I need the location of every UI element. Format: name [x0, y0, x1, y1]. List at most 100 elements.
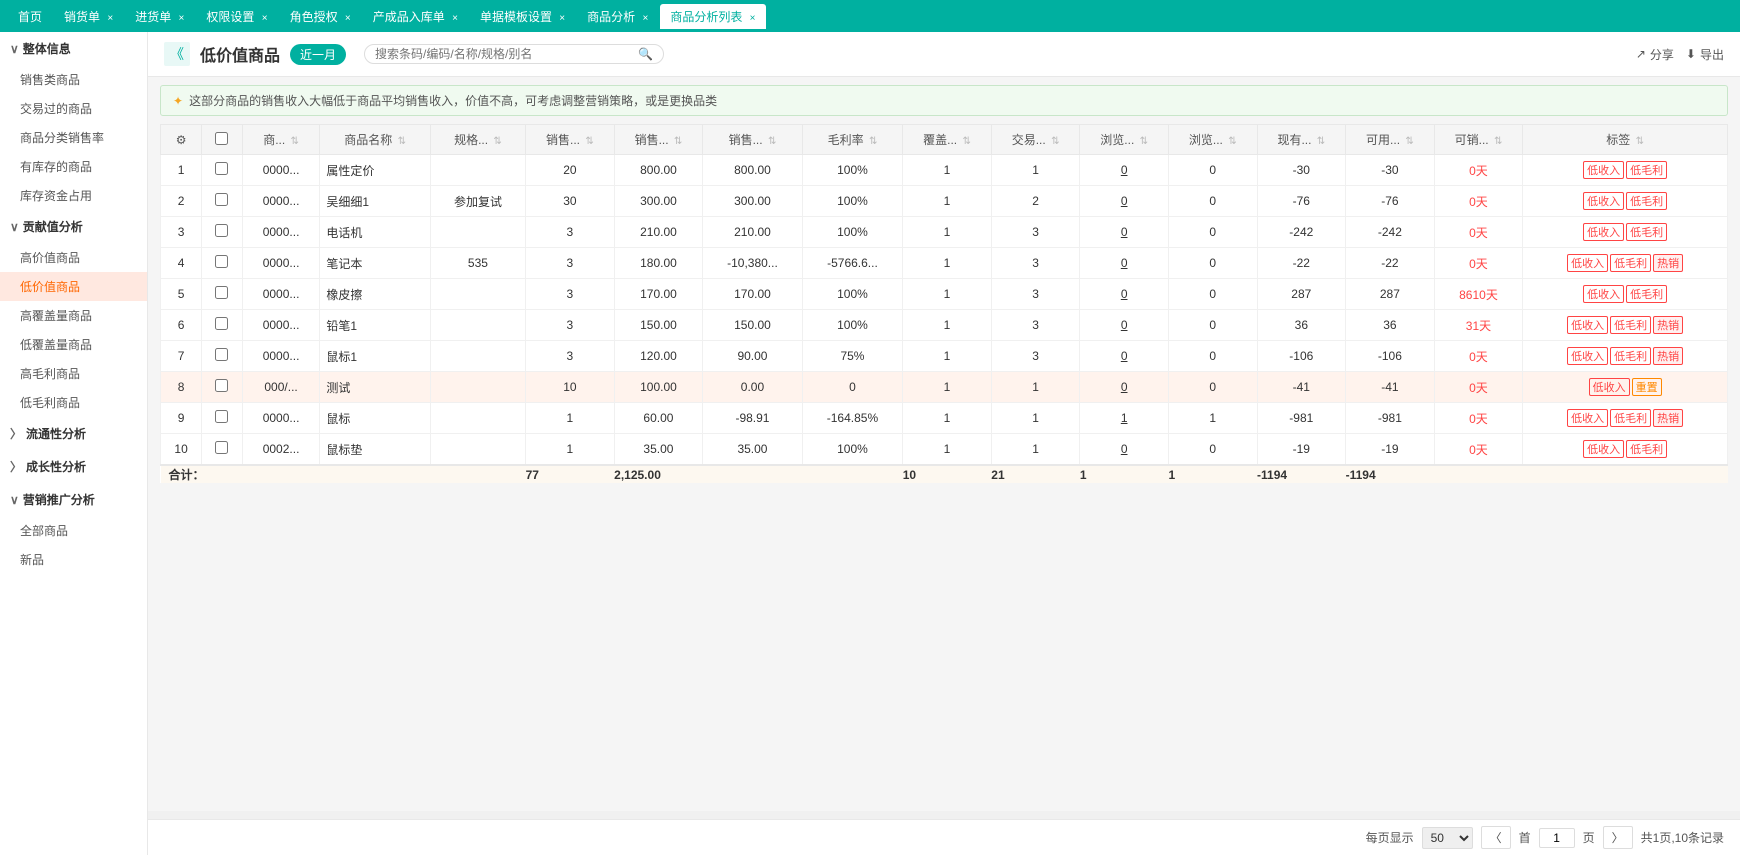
row-checkbox[interactable]: [215, 162, 228, 175]
time-filter-button[interactable]: 近一月: [290, 44, 346, 65]
sidebar-item-low-value[interactable]: 低价值商品: [0, 272, 147, 301]
sidebar-group-overall[interactable]: ∨ 整体信息: [0, 32, 147, 65]
export-button[interactable]: ⬇ 导出: [1686, 46, 1724, 63]
row-view1[interactable]: 0: [1080, 279, 1169, 310]
sidebar-item-new-products[interactable]: 新品: [0, 545, 147, 574]
row-checkbox[interactable]: [215, 255, 228, 268]
col-coverage[interactable]: 覆盖... ⇅: [903, 125, 992, 155]
row-view1[interactable]: 0: [1080, 310, 1169, 341]
row-checkbox[interactable]: [215, 410, 228, 423]
nav-product-inbound[interactable]: 产成品入库单 ×: [363, 4, 468, 29]
row-view1[interactable]: 0: [1080, 186, 1169, 217]
nav-product-analysis[interactable]: 商品分析 ×: [577, 4, 658, 29]
row-checkbox-cell[interactable]: [202, 186, 243, 217]
col-available[interactable]: 可用... ⇅: [1346, 125, 1435, 155]
row-view1[interactable]: 0: [1080, 217, 1169, 248]
row-checkbox[interactable]: [215, 286, 228, 299]
col-gross-margin[interactable]: 毛利率 ⇅: [802, 125, 903, 155]
share-button[interactable]: ↗ 分享: [1636, 46, 1674, 63]
sidebar-group-growth[interactable]: 〉 成长性分析: [0, 450, 147, 483]
row-checkbox-cell[interactable]: [202, 279, 243, 310]
select-all-checkbox[interactable]: [215, 132, 228, 145]
row-sales-profit: -98.91: [703, 403, 802, 434]
row-checkbox-cell[interactable]: [202, 310, 243, 341]
row-gross-margin: 100%: [802, 155, 903, 186]
col-view2[interactable]: 浏览... ⇅: [1168, 125, 1257, 155]
row-checkbox[interactable]: [215, 441, 228, 454]
sidebar-group-marketing[interactable]: ∨ 营销推广分析: [0, 483, 147, 516]
row-saleable: 0天: [1434, 372, 1523, 403]
nav-home[interactable]: 首页: [8, 4, 52, 29]
col-code[interactable]: 商... ⇅: [242, 125, 320, 155]
tag: 低收入: [1583, 223, 1624, 241]
last-page-button[interactable]: 〉: [1603, 826, 1633, 849]
search-input[interactable]: [375, 47, 634, 61]
row-checkbox-cell[interactable]: [202, 155, 243, 186]
sidebar-group-liquidity[interactable]: 〉 流通性分析: [0, 417, 147, 450]
col-spec[interactable]: 规格... ⇅: [430, 125, 525, 155]
row-checkbox[interactable]: [215, 224, 228, 237]
col-sales-amount[interactable]: 销售... ⇅: [614, 125, 703, 155]
sidebar-item-low-coverage[interactable]: 低覆盖量商品: [0, 330, 147, 359]
sidebar-item-low-margin[interactable]: 低毛利商品: [0, 388, 147, 417]
search-icon[interactable]: 🔍: [638, 47, 653, 61]
row-view1[interactable]: 0: [1080, 341, 1169, 372]
nav-template[interactable]: 单据模板设置 ×: [470, 4, 575, 29]
col-current-stock[interactable]: 现有... ⇅: [1257, 125, 1346, 155]
row-view1[interactable]: 0: [1080, 372, 1169, 403]
sidebar-item-all-products[interactable]: 全部商品: [0, 516, 147, 545]
row-checkbox-cell[interactable]: [202, 217, 243, 248]
sidebar-item-sales-products[interactable]: 销售类商品: [0, 65, 147, 94]
row-checkbox[interactable]: [215, 379, 228, 392]
row-view1[interactable]: 0: [1080, 434, 1169, 466]
row-gross-margin: -5766.6...: [802, 248, 903, 279]
col-saleable[interactable]: 可销... ⇅: [1434, 125, 1523, 155]
totals-tags: [1523, 465, 1728, 483]
sidebar-item-high-coverage[interactable]: 高覆盖量商品: [0, 301, 147, 330]
tag: 低毛利: [1626, 223, 1667, 241]
row-view1[interactable]: 0: [1080, 155, 1169, 186]
row-transaction: 3: [991, 279, 1080, 310]
row-current-stock: -19: [1257, 434, 1346, 466]
row-checkbox-cell[interactable]: [202, 403, 243, 434]
row-checkbox-cell[interactable]: [202, 372, 243, 403]
nav-role[interactable]: 角色授权 ×: [280, 4, 361, 29]
col-settings[interactable]: ⚙: [161, 125, 202, 155]
col-view1[interactable]: 浏览... ⇅: [1080, 125, 1169, 155]
col-tags[interactable]: 标签 ⇅: [1523, 125, 1728, 155]
page-number-input[interactable]: [1539, 828, 1575, 848]
col-sales-qty[interactable]: 销售... ⇅: [526, 125, 615, 155]
nav-sales[interactable]: 销货单 ×: [54, 4, 123, 29]
info-icon: ✦: [173, 94, 183, 108]
row-current-stock: -76: [1257, 186, 1346, 217]
row-checkbox[interactable]: [215, 317, 228, 330]
col-transaction[interactable]: 交易... ⇅: [991, 125, 1080, 155]
sidebar-item-stock-products[interactable]: 有库存的商品: [0, 152, 147, 181]
sidebar-item-traded-products[interactable]: 交易过的商品: [0, 94, 147, 123]
col-checkbox[interactable]: [202, 125, 243, 155]
page-size-select[interactable]: 50 100 200: [1422, 827, 1473, 849]
sidebar-item-high-value[interactable]: 高价值商品: [0, 243, 147, 272]
sidebar-item-stock-capital[interactable]: 库存资金占用: [0, 181, 147, 210]
collapse-sidebar-button[interactable]: 《: [164, 42, 190, 66]
first-page-button[interactable]: 〈: [1481, 826, 1511, 849]
row-checkbox-cell[interactable]: [202, 248, 243, 279]
nav-purchase[interactable]: 进货单 ×: [125, 4, 194, 29]
sidebar-item-category-sales-rate[interactable]: 商品分类销售率: [0, 123, 147, 152]
sidebar-item-high-margin[interactable]: 高毛利商品: [0, 359, 147, 388]
row-view1[interactable]: 0: [1080, 248, 1169, 279]
nav-product-analysis-list[interactable]: 商品分析列表 ×: [660, 4, 765, 29]
sidebar-group-contribution[interactable]: ∨ 贡献值分析: [0, 210, 147, 243]
row-checkbox-cell[interactable]: [202, 434, 243, 466]
row-checkbox[interactable]: [215, 193, 228, 206]
nav-permission[interactable]: 权限设置 ×: [196, 4, 277, 29]
row-num: 8: [161, 372, 202, 403]
row-saleable: 0天: [1434, 186, 1523, 217]
col-name[interactable]: 商品名称 ⇅: [320, 125, 430, 155]
row-view2: 0: [1168, 186, 1257, 217]
col-sales-profit[interactable]: 销售... ⇅: [703, 125, 802, 155]
row-checkbox-cell[interactable]: [202, 341, 243, 372]
row-checkbox[interactable]: [215, 348, 228, 361]
horizontal-scrollbar[interactable]: [148, 811, 1740, 819]
row-view1[interactable]: 1: [1080, 403, 1169, 434]
